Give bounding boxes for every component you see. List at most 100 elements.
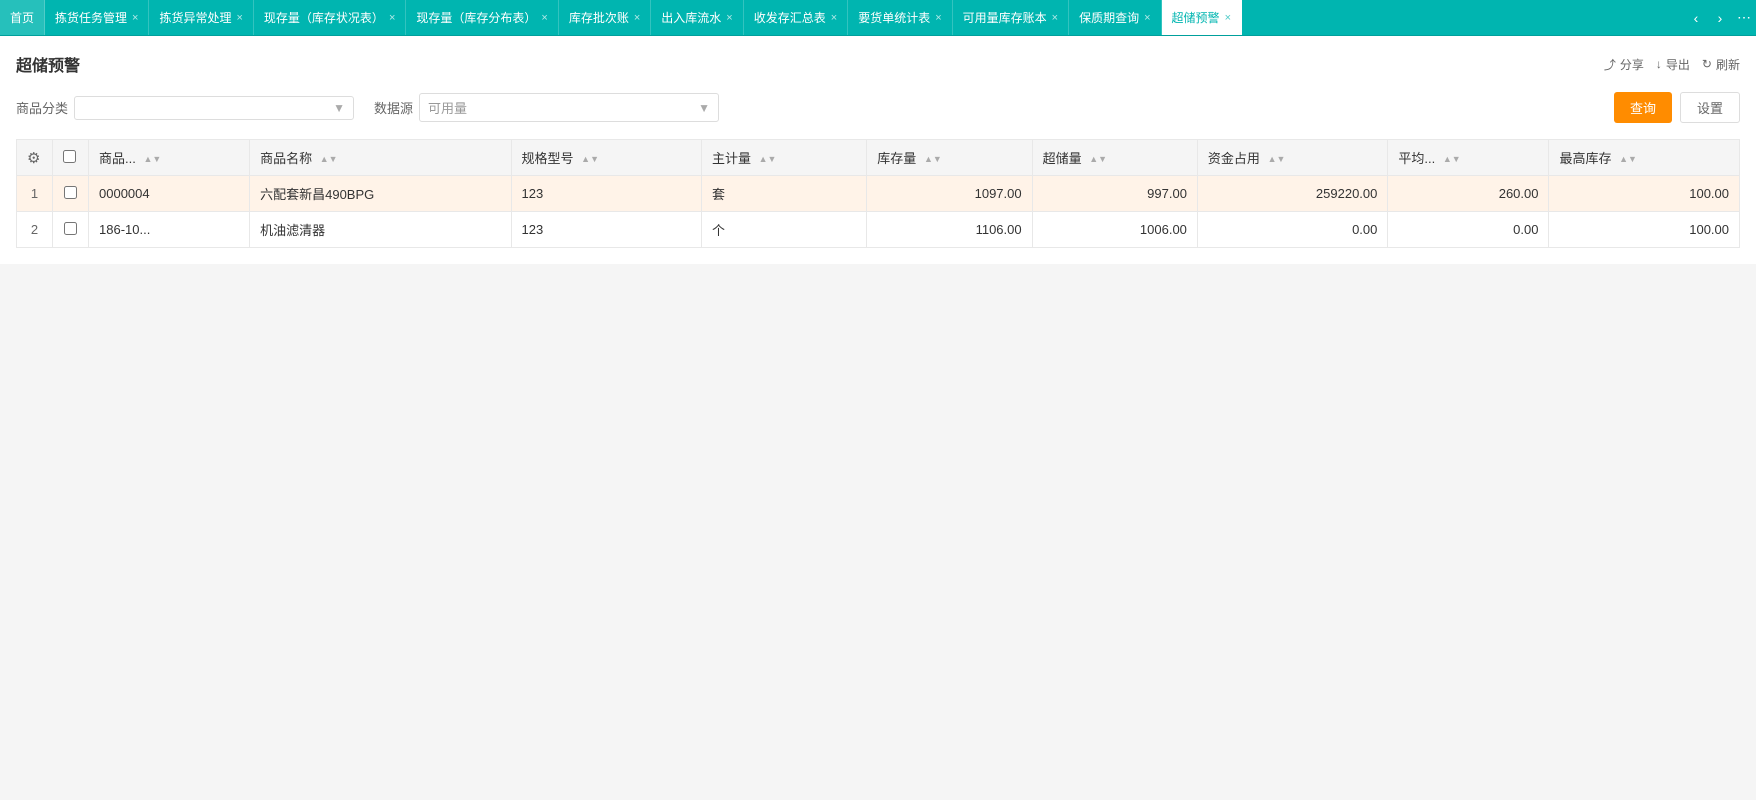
nav-close-summary[interactable]: × [831, 12, 837, 24]
th-spec: 规格型号 ▲▼ [511, 140, 701, 176]
nav-overstock[interactable]: 超储预警 × [1162, 0, 1242, 35]
row-num: 1 [17, 176, 53, 212]
nav-pick-task[interactable]: 拣货任务管理 × [45, 0, 149, 35]
datasource-filter-group: 数据源 可用量 ▼ [374, 93, 719, 122]
column-settings-icon[interactable]: ⚙ [27, 150, 40, 167]
nav-prev-arrow[interactable]: ‹ [1684, 0, 1708, 36]
row-product-code: 0000004 [89, 176, 250, 212]
nav-inout-flow[interactable]: 出入库流水 × [651, 0, 743, 35]
nav-close-pick-exception[interactable]: × [236, 12, 242, 24]
sort-spec-icon[interactable]: ▲▼ [581, 155, 599, 164]
filter-actions: 查询 设置 [1614, 92, 1740, 123]
row-spec: 123 [511, 212, 701, 248]
datasource-select-value: 可用量 [428, 98, 467, 117]
page-title: 超储预警 [16, 52, 80, 76]
row-checkbox[interactable] [64, 186, 77, 199]
row-product-code: 186-10... [89, 212, 250, 248]
share-icon: ⤴ [1604, 56, 1616, 73]
nav-close-stock-status[interactable]: × [389, 12, 395, 24]
nav-scroll-arrows: ‹ › ⋯ [1684, 0, 1756, 36]
nav-available-stock[interactable]: 可用量库存账本 × [953, 0, 1069, 35]
row-spec: 123 [511, 176, 701, 212]
th-product-code: 商品... ▲▼ [89, 140, 250, 176]
th-unit: 主计量 ▲▼ [701, 140, 866, 176]
row-product-name: 机油滤清器 [250, 212, 511, 248]
nav-expiry[interactable]: 保质期查询 × [1069, 0, 1161, 35]
nav-close-expiry[interactable]: × [1144, 12, 1150, 24]
nav-summary[interactable]: 收发存汇总表 × [744, 0, 848, 35]
table-row[interactable]: 2 186-10... 机油滤清器 123 个 1106.00 1006.00 … [17, 212, 1740, 248]
row-product-name: 六配套新昌490BPG [250, 176, 511, 212]
th-product-name: 商品名称 ▲▼ [250, 140, 511, 176]
export-button[interactable]: ↓ 导出 [1656, 56, 1690, 73]
top-navigation: 首页 拣货任务管理 × 拣货异常处理 × 现存量（库存状况表） × 现存量（库存… [0, 0, 1756, 36]
nav-close-overstock[interactable]: × [1225, 12, 1231, 24]
row-checkbox-cell [53, 176, 89, 212]
nav-close-batch-account[interactable]: × [634, 12, 640, 24]
row-checkbox[interactable] [64, 222, 77, 235]
row-max-stock: 100.00 [1549, 212, 1740, 248]
nav-pick-exception[interactable]: 拣货异常处理 × [149, 0, 253, 35]
nav-batch-account[interactable]: 库存批次账 × [559, 0, 651, 35]
datasource-label: 数据源 [374, 98, 413, 117]
sort-avg-icon[interactable]: ▲▼ [1443, 155, 1461, 164]
sort-product-name-icon[interactable]: ▲▼ [320, 155, 338, 164]
th-over-stock: 超储量 ▲▼ [1032, 140, 1197, 176]
category-dropdown-icon: ▼ [333, 101, 345, 115]
category-label: 商品分类 [16, 98, 68, 117]
th-capital: 资金占用 ▲▼ [1197, 140, 1387, 176]
sort-unit-icon[interactable]: ▲▼ [759, 155, 777, 164]
row-stock: 1097.00 [867, 176, 1032, 212]
page-content: 超储预警 ⤴ 分享 ↓ 导出 ↻ 刷新 商品分类 ▼ 数据源 [0, 36, 1756, 264]
select-all-checkbox[interactable] [63, 150, 76, 163]
category-filter-group: 商品分类 ▼ [16, 96, 354, 120]
datasource-dropdown-icon: ▼ [698, 101, 710, 115]
sort-capital-icon[interactable]: ▲▼ [1268, 155, 1286, 164]
nav-close-inout-flow[interactable]: × [726, 12, 732, 24]
nav-stock-status[interactable]: 现存量（库存状况表） × [254, 0, 406, 35]
th-checkbox [53, 140, 89, 176]
refresh-icon: ↻ [1702, 57, 1712, 71]
th-settings: ⚙ [17, 140, 53, 176]
row-capital: 0.00 [1197, 212, 1387, 248]
row-avg: 0.00 [1388, 212, 1549, 248]
nav-close-stock-dist[interactable]: × [541, 12, 547, 24]
nav-expand-arrow[interactable]: ⋯ [1732, 0, 1756, 36]
sort-product-code-icon[interactable]: ▲▼ [143, 155, 161, 164]
sort-max-stock-icon[interactable]: ▲▼ [1619, 155, 1637, 164]
th-avg: 平均... ▲▼ [1388, 140, 1549, 176]
row-over-stock: 1006.00 [1032, 212, 1197, 248]
page-header: 超储预警 ⤴ 分享 ↓ 导出 ↻ 刷新 [16, 52, 1740, 76]
filter-row: 商品分类 ▼ 数据源 可用量 ▼ 查询 设置 [16, 92, 1740, 123]
row-over-stock: 997.00 [1032, 176, 1197, 212]
data-table: ⚙ 商品... ▲▼ 商品名称 ▲▼ 规格型号 ▲▼ 主计 [16, 139, 1740, 248]
category-select[interactable]: ▼ [74, 96, 354, 120]
row-capital: 259220.00 [1197, 176, 1387, 212]
query-button[interactable]: 查询 [1614, 92, 1672, 123]
row-num: 2 [17, 212, 53, 248]
row-avg: 260.00 [1388, 176, 1549, 212]
nav-close-pick-task[interactable]: × [132, 12, 138, 24]
row-checkbox-cell [53, 212, 89, 248]
row-unit: 个 [701, 212, 866, 248]
nav-close-available-stock[interactable]: × [1052, 12, 1058, 24]
refresh-button[interactable]: ↻ 刷新 [1702, 56, 1740, 73]
row-stock: 1106.00 [867, 212, 1032, 248]
sort-stock-icon[interactable]: ▲▼ [924, 155, 942, 164]
nav-close-order-stat[interactable]: × [935, 12, 941, 24]
header-actions: ⤴ 分享 ↓ 导出 ↻ 刷新 [1604, 56, 1740, 73]
table-header-row: ⚙ 商品... ▲▼ 商品名称 ▲▼ 规格型号 ▲▼ 主计 [17, 140, 1740, 176]
table-row[interactable]: 1 0000004 六配套新昌490BPG 123 套 1097.00 997.… [17, 176, 1740, 212]
datasource-select[interactable]: 可用量 ▼ [419, 93, 719, 122]
settings-button[interactable]: 设置 [1680, 92, 1740, 123]
nav-home[interactable]: 首页 [0, 0, 45, 35]
share-button[interactable]: ⤴ 分享 [1604, 56, 1644, 73]
nav-stock-dist[interactable]: 现存量（库存分布表） × [406, 0, 558, 35]
nav-next-arrow[interactable]: › [1708, 0, 1732, 36]
nav-order-stat[interactable]: 要货单统计表 × [848, 0, 952, 35]
sort-over-stock-icon[interactable]: ▲▼ [1089, 155, 1107, 164]
row-max-stock: 100.00 [1549, 176, 1740, 212]
export-icon: ↓ [1656, 57, 1662, 71]
th-max-stock: 最高库存 ▲▼ [1549, 140, 1740, 176]
row-unit: 套 [701, 176, 866, 212]
